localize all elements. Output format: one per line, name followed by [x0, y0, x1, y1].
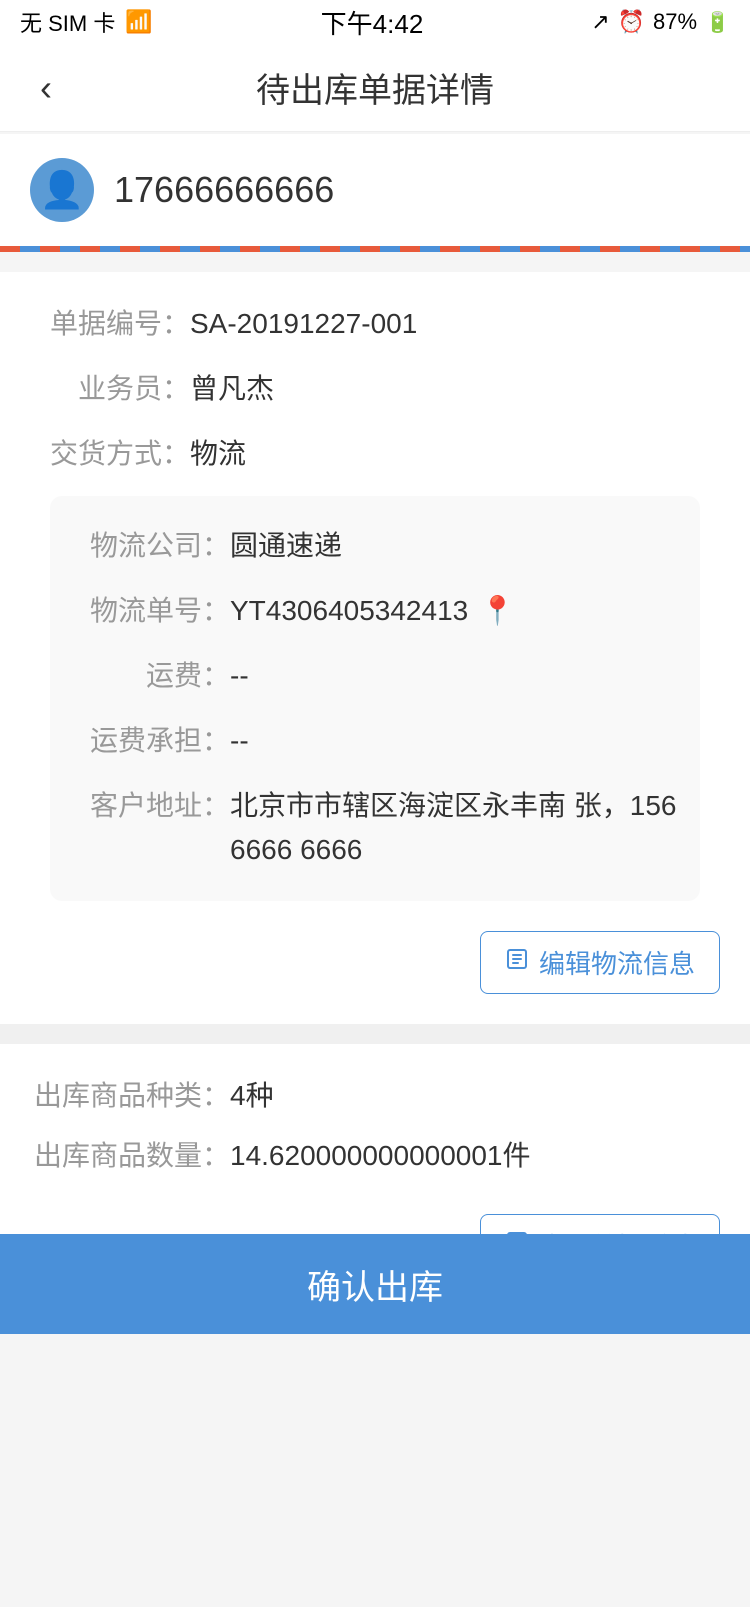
- order-info-section: 单据编号： SA-20191227-001 业务员： 曾凡杰 交货方式： 物流 …: [0, 272, 750, 1024]
- logistics-address-value: 北京市市辖区海淀区永丰南 张，156 6666 6666: [230, 784, 680, 874]
- carrier-text: 无 SIM 卡: [20, 6, 115, 38]
- logistics-company-label: 物流公司：: [70, 524, 230, 569]
- goods-types-label: 出库商品种类：: [30, 1074, 230, 1114]
- user-header: 👤 17666666666: [0, 134, 750, 246]
- user-phone: 17666666666: [114, 169, 334, 211]
- battery-icon: 🔋: [705, 10, 730, 35]
- section-separator: [0, 1024, 750, 1044]
- logistics-company-value: 圆通速递: [230, 524, 680, 569]
- logistics-freight-bear-label: 运费承担：: [70, 719, 230, 764]
- goods-types-row: 出库商品种类： 4种: [30, 1074, 720, 1114]
- avatar: 👤: [30, 158, 94, 222]
- delivery-value: 物流: [190, 432, 720, 477]
- delivery-label: 交货方式：: [30, 432, 190, 477]
- confirm-outbound-button[interactable]: 确认出库: [0, 1234, 750, 1334]
- colored-divider: [0, 246, 750, 252]
- goods-types-value: 4种: [230, 1074, 720, 1114]
- avatar-icon: 👤: [40, 169, 85, 211]
- nav-bar: ‹ 待出库单据详情: [0, 44, 750, 132]
- map-pin-icon[interactable]: 📍: [480, 589, 515, 634]
- logistics-company-row: 物流公司： 圆通速递: [70, 524, 680, 569]
- logistics-card: 物流公司： 圆通速递 物流单号： YT4306405342413 📍 运费： -…: [50, 496, 700, 901]
- page-title: 待出库单据详情: [256, 63, 494, 112]
- delivery-row: 交货方式： 物流: [30, 432, 720, 477]
- status-left: 无 SIM 卡 📶: [20, 6, 153, 38]
- logistics-freight-bear-value: --: [230, 719, 680, 764]
- edit-icon: [505, 947, 529, 978]
- logistics-freight-row: 运费： --: [70, 654, 680, 699]
- goods-quantity-label: 出库商品数量：: [30, 1134, 230, 1174]
- logistics-freight-bear-row: 运费承担： --: [70, 719, 680, 764]
- logistics-tracking-row: 物流单号： YT4306405342413 📍: [70, 589, 680, 634]
- logistics-address-label: 客户地址：: [70, 784, 230, 829]
- salesman-value: 曾凡杰: [190, 367, 720, 412]
- status-right: ↗ ⏰ 87% 🔋: [591, 9, 730, 35]
- logistics-freight-value: --: [230, 654, 680, 699]
- logistics-address-row: 客户地址： 北京市市辖区海淀区永丰南 张，156 6666 6666: [70, 784, 680, 874]
- goods-quantity-value: 14.620000000000001件: [230, 1134, 720, 1174]
- confirm-outbound-label: 确认出库: [307, 1260, 443, 1309]
- location-status-icon: ↗: [591, 9, 609, 35]
- logistics-tracking-label: 物流单号：: [70, 589, 230, 634]
- edit-logistics-label: 编辑物流信息: [539, 944, 695, 981]
- battery-text: 87%: [653, 9, 697, 35]
- edit-btn-container: 编辑物流信息: [30, 921, 720, 994]
- status-bar: 无 SIM 卡 📶 下午4:42 ↗ ⏰ 87% 🔋: [0, 0, 750, 44]
- status-time: 下午4:42: [321, 4, 424, 41]
- back-button[interactable]: ‹: [30, 57, 62, 119]
- order-no-label: 单据编号：: [30, 302, 190, 347]
- logistics-freight-label: 运费：: [70, 654, 230, 699]
- salesman-label: 业务员：: [30, 367, 190, 412]
- alarm-icon: ⏰: [618, 9, 645, 35]
- order-no-row: 单据编号： SA-20191227-001: [30, 302, 720, 347]
- empty-space: [0, 1307, 750, 1507]
- order-no-value: SA-20191227-001: [190, 302, 720, 347]
- logistics-tracking-value: YT4306405342413 📍: [230, 589, 680, 634]
- edit-logistics-button[interactable]: 编辑物流信息: [480, 931, 720, 994]
- salesman-row: 业务员： 曾凡杰: [30, 367, 720, 412]
- wifi-icon: 📶: [125, 9, 152, 35]
- goods-quantity-row: 出库商品数量： 14.620000000000001件: [30, 1134, 720, 1174]
